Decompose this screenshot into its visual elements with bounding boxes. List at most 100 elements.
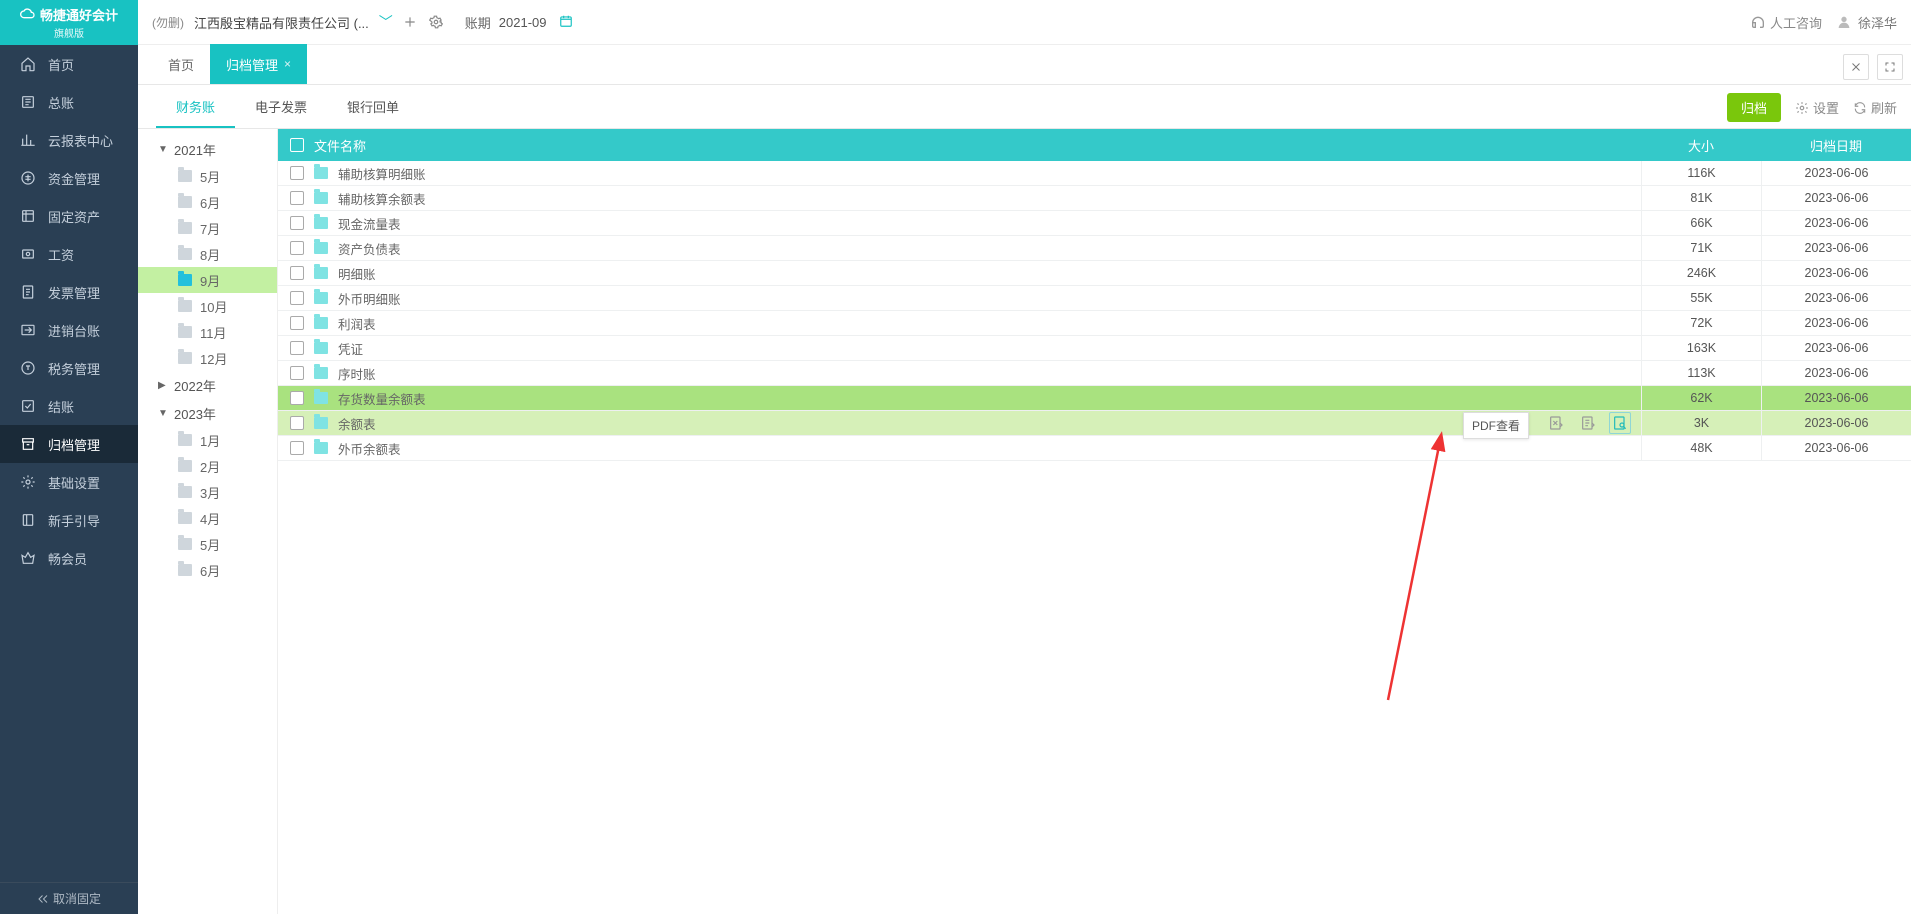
table-row[interactable]: 资产负债表71K2023-06-06 (278, 236, 1911, 261)
row-checkbox[interactable] (290, 266, 304, 280)
row-checkbox[interactable] (290, 216, 304, 230)
period-value: 2021-09 (499, 15, 547, 30)
tree-year[interactable]: ▶2022年 (138, 371, 277, 399)
cloud-icon (20, 7, 36, 23)
table-row[interactable]: 外币余额表48K2023-06-06 (278, 436, 1911, 461)
close-tab-button[interactable] (1843, 54, 1869, 80)
tree-month[interactable]: 5月 (138, 163, 277, 189)
pdf-download-button[interactable] (1577, 412, 1599, 434)
ledger-icon (20, 94, 36, 110)
archive-date: 2023-06-06 (1761, 411, 1911, 435)
file-name: 余额表 (338, 414, 376, 433)
file-size: 62K (1641, 386, 1761, 410)
tree-month[interactable]: 7月 (138, 215, 277, 241)
row-checkbox[interactable] (290, 291, 304, 305)
settings-link[interactable]: 设置 (1795, 98, 1839, 117)
select-all-checkbox[interactable] (290, 138, 304, 152)
tree-month[interactable]: 5月 (138, 531, 277, 557)
tree-year[interactable]: ▼2023年 (138, 399, 277, 427)
nav-item-home[interactable]: 首页 (0, 45, 138, 83)
table-row[interactable]: 余额表3K2023-06-06 (278, 411, 1911, 436)
nav-item-archive[interactable]: 归档管理 (0, 425, 138, 463)
archive-date: 2023-06-06 (1761, 211, 1911, 235)
company-name: 江西殷宝精品有限责任公司 (... (194, 13, 369, 32)
nav-item-ledger[interactable]: 总账 (0, 83, 138, 121)
tab-首页[interactable]: 首页 (152, 44, 210, 84)
inner-tab-银行回单[interactable]: 银行回单 (327, 86, 419, 128)
table-row[interactable]: 明细账246K2023-06-06 (278, 261, 1911, 286)
fullscreen-button[interactable] (1877, 54, 1903, 80)
table-row[interactable]: 利润表72K2023-06-06 (278, 311, 1911, 336)
inner-tabs: 财务账电子发票银行回单 归档 设置 刷新 (138, 85, 1911, 129)
tree-month[interactable]: 2月 (138, 453, 277, 479)
calendar-icon[interactable] (559, 14, 573, 31)
nav-item-asset[interactable]: 固定资产 (0, 197, 138, 235)
file-size: 113K (1641, 361, 1761, 385)
row-checkbox[interactable] (290, 166, 304, 180)
nav-item-guide[interactable]: 新手引导 (0, 501, 138, 539)
table-row[interactable]: 现金流量表66K2023-06-06 (278, 211, 1911, 236)
nav-item-invoice[interactable]: 发票管理 (0, 273, 138, 311)
tab-归档管理[interactable]: 归档管理× (210, 44, 307, 84)
table-row[interactable]: 序时账113K2023-06-06 (278, 361, 1911, 386)
row-checkbox[interactable] (290, 341, 304, 355)
tree-month[interactable]: 1月 (138, 427, 277, 453)
table-row[interactable]: 辅助核算余额表81K2023-06-06 (278, 186, 1911, 211)
view-icon (1612, 415, 1628, 431)
tab-close-icon[interactable]: × (284, 57, 291, 71)
tree-month[interactable]: 11月 (138, 319, 277, 345)
file-name: 利润表 (338, 314, 376, 333)
row-checkbox[interactable] (290, 441, 304, 455)
sidebar-collapse-button[interactable]: 取消固定 (0, 882, 138, 914)
nav-item-vip[interactable]: 畅会员 (0, 539, 138, 577)
add-button[interactable] (401, 13, 419, 31)
brand-subtitle: 旗舰版 (54, 25, 84, 40)
username[interactable]: 徐泽华 (1858, 13, 1897, 32)
table-row[interactable]: 存货数量余额表62K2023-06-06 (278, 386, 1911, 411)
inner-tab-财务账[interactable]: 财务账 (156, 86, 235, 128)
nav-item-close[interactable]: 结账 (0, 387, 138, 425)
nav-item-setting[interactable]: 基础设置 (0, 463, 138, 501)
archive-date: 2023-06-06 (1761, 386, 1911, 410)
nav-label: 工资 (48, 245, 74, 264)
nav-item-fund[interactable]: 资金管理 (0, 159, 138, 197)
invoice-icon (20, 284, 36, 300)
tree-month[interactable]: 4月 (138, 505, 277, 531)
company-dropdown-icon[interactable]: ﹀ (379, 12, 393, 32)
tree-month[interactable]: 8月 (138, 241, 277, 267)
row-checkbox[interactable] (290, 366, 304, 380)
folder-icon (314, 242, 328, 254)
table-row[interactable]: 辅助核算明细账116K2023-06-06 (278, 161, 1911, 186)
row-checkbox[interactable] (290, 241, 304, 255)
table-row[interactable]: 外币明细账55K2023-06-06 (278, 286, 1911, 311)
row-checkbox[interactable] (290, 391, 304, 405)
close-icon (1850, 61, 1862, 73)
row-checkbox[interactable] (290, 416, 304, 430)
nav-item-salary[interactable]: 工资 (0, 235, 138, 273)
tree-month[interactable]: 6月 (138, 189, 277, 215)
archive-button[interactable]: 归档 (1727, 93, 1781, 122)
folder-icon (314, 217, 328, 229)
pdf-view-button[interactable] (1609, 412, 1631, 434)
nav-item-chart[interactable]: 云报表中心 (0, 121, 138, 159)
nav-item-tax[interactable]: 税务管理 (0, 349, 138, 387)
tree-year[interactable]: ▼2021年 (138, 135, 277, 163)
sidebar-collapse-label: 取消固定 (53, 890, 101, 907)
file-name: 辅助核算余额表 (338, 189, 426, 208)
excel-download-button[interactable] (1545, 412, 1567, 434)
nav-label: 总账 (48, 93, 74, 112)
inner-tab-电子发票[interactable]: 电子发票 (235, 86, 327, 128)
inout-icon (20, 322, 36, 338)
refresh-link[interactable]: 刷新 (1853, 98, 1897, 117)
table-row[interactable]: 凭证163K2023-06-06 (278, 336, 1911, 361)
consult-link[interactable]: 人工咨询 (1750, 13, 1822, 32)
gear-button[interactable] (427, 13, 445, 31)
row-checkbox[interactable] (290, 191, 304, 205)
tree-month[interactable]: 9月 (138, 267, 277, 293)
tree-month[interactable]: 3月 (138, 479, 277, 505)
tree-month[interactable]: 6月 (138, 557, 277, 583)
tree-month[interactable]: 12月 (138, 345, 277, 371)
tree-month[interactable]: 10月 (138, 293, 277, 319)
nav-item-inout[interactable]: 进销台账 (0, 311, 138, 349)
row-checkbox[interactable] (290, 316, 304, 330)
